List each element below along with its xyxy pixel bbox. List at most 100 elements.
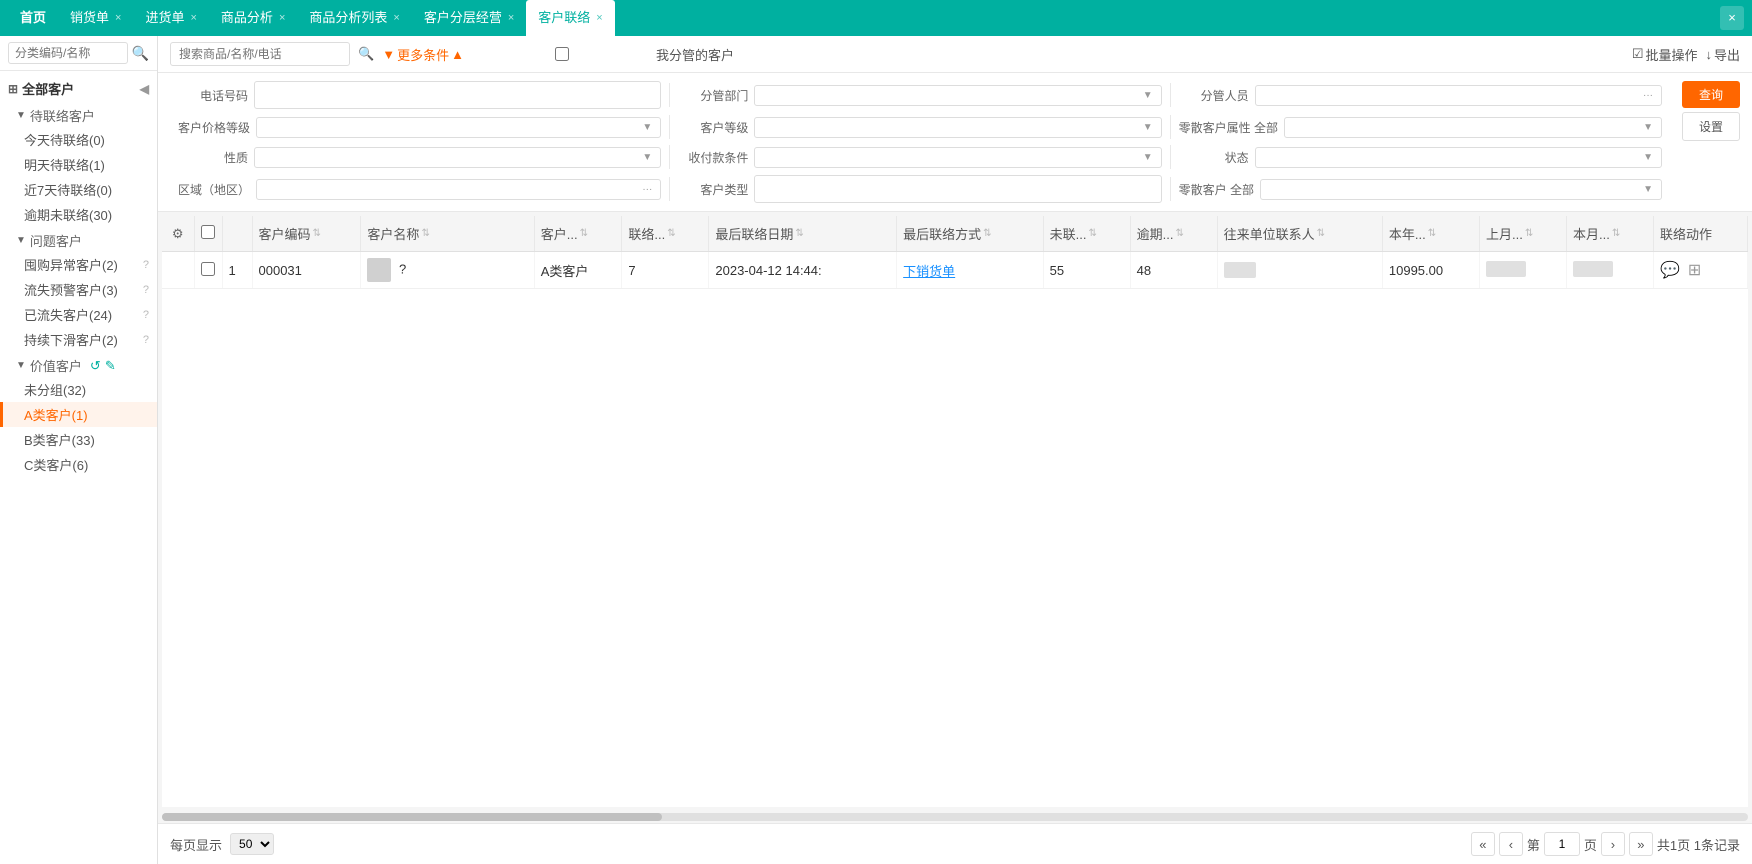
close-customer-seg-icon[interactable]: × [508, 0, 514, 36]
sidebar-item-class-c[interactable]: C类客户(6) [0, 452, 157, 477]
section-pending-contact[interactable]: ▼ 待联络客户 [0, 102, 157, 127]
prev-page-button[interactable]: ‹ [1499, 832, 1523, 856]
nav-customer-segmentation[interactable]: 客户分层经营 × [412, 0, 526, 36]
qr-icon[interactable]: ⊞ [1688, 260, 1701, 280]
dept-label: 分管部门 [678, 87, 748, 104]
batch-op-button[interactable]: ☑ 批量操作 [1632, 45, 1698, 64]
dept-select[interactable]: ▼ [754, 85, 1161, 106]
query-button[interactable]: 查询 [1682, 81, 1740, 108]
filter-search-icon[interactable]: 🔍 [358, 46, 374, 62]
help-icon2[interactable]: ? [143, 284, 149, 296]
close-sales-order-icon[interactable]: × [115, 0, 121, 36]
scrollbar-thumb[interactable] [162, 813, 662, 821]
th-code[interactable]: 客户编码 ⇅ [252, 216, 361, 252]
sidebar-item-churned[interactable]: 已流失客户(24) ? [0, 302, 157, 327]
th-contact[interactable]: 联络... ⇅ [622, 216, 709, 252]
row-checkbox[interactable] [201, 262, 215, 276]
refresh-icon[interactable]: ↺ [90, 358, 101, 374]
retail-attr-select[interactable]: ▼ [1284, 117, 1662, 138]
th-this-month[interactable]: 本月... ⇅ [1566, 216, 1653, 252]
price-level-select[interactable]: ▼ [256, 117, 661, 138]
sidebar-item-class-b[interactable]: B类客户(33) [0, 427, 157, 452]
message-icon[interactable]: 💬 [1660, 260, 1680, 280]
first-page-button[interactable]: « [1471, 832, 1495, 856]
nav-customer-contact[interactable]: 客户联络 × [526, 0, 614, 36]
help-icon3[interactable]: ? [143, 309, 149, 321]
close-product-analysis-icon[interactable]: × [279, 0, 285, 36]
sidebar-item-today[interactable]: 今天待联络(0) [0, 127, 157, 152]
scrollbar-track[interactable] [162, 813, 1748, 821]
phone-input[interactable] [254, 81, 661, 109]
th-action: 联络动作 [1653, 216, 1747, 252]
sidebar-item-class-a[interactable]: A类客户(1) [0, 402, 157, 427]
last-method-link[interactable]: 下销货单 [903, 264, 955, 279]
th-last-date[interactable]: 最后联络日期 ⇅ [709, 216, 897, 252]
nav-purchase-order[interactable]: 进货单 × [133, 0, 208, 36]
close-purchase-order-icon[interactable]: × [190, 0, 196, 36]
sidebar-item-declining[interactable]: 持续下滑客户(2) ? [0, 327, 157, 352]
table-header-row: ⚙ 客户编码 ⇅ [162, 216, 1748, 252]
section-value-customers[interactable]: ▼ 价值客户 ↺ ✎ [0, 352, 157, 377]
nav-sales-order[interactable]: 销货单 × [58, 0, 133, 36]
close-customer-contact-icon[interactable]: × [596, 0, 602, 36]
th-checkbox[interactable] [194, 216, 222, 252]
sidebar-item-overdue[interactable]: 逾期未联络(30) [0, 202, 157, 227]
select-all-checkbox[interactable] [201, 225, 215, 239]
th-name[interactable]: 客户名称 ⇅ [361, 216, 534, 252]
manager-input[interactable]: ··· [1255, 85, 1662, 106]
sidebar-search-input[interactable] [8, 42, 128, 64]
th-overdue[interactable]: 逾期... ⇅ [1130, 216, 1217, 252]
status-select[interactable]: ▼ [1255, 147, 1662, 168]
th-last-month[interactable]: 上月... ⇅ [1479, 216, 1566, 252]
sidebar-item-tomorrow[interactable]: 明天待联络(1) [0, 152, 157, 177]
customer-type-input[interactable] [754, 175, 1161, 203]
nav-home[interactable]: 首页 [8, 0, 58, 36]
th-settings[interactable]: ⚙ [162, 216, 194, 252]
th-last-method[interactable]: 最后联络方式 ⇅ [897, 216, 1043, 252]
my-customer-checkbox[interactable] [472, 47, 652, 61]
search-input[interactable] [170, 42, 350, 66]
export-button[interactable]: ↓ 导出 [1705, 45, 1740, 64]
nature-select[interactable]: ▼ [254, 147, 661, 168]
sidebar-item-unclassified[interactable]: 未分组(32) [0, 377, 157, 402]
help-icon[interactable]: ? [143, 259, 149, 271]
action-cell: 💬 ⊞ [1660, 260, 1741, 280]
th-no-contact[interactable]: 未联... ⇅ [1043, 216, 1130, 252]
content-area: 🔍 ▼ 更多条件 ▲ 我分管的客户 ☑ 批量操作 ↓ 导出 [158, 36, 1752, 864]
td-last-month [1479, 252, 1566, 289]
last-page-button[interactable]: » [1629, 832, 1653, 856]
td-last-method[interactable]: 下销货单 [897, 252, 1043, 289]
edit-icon[interactable]: ✎ [105, 358, 116, 374]
next-page-button[interactable]: › [1601, 832, 1625, 856]
retail-customer-select[interactable]: ▼ [1260, 179, 1662, 200]
payment-select[interactable]: ▼ [754, 147, 1161, 168]
th-unit-contact[interactable]: 往来单位联系人 ⇅ [1217, 216, 1382, 252]
page-size-select[interactable]: 50 [230, 833, 274, 855]
all-customers-header[interactable]: ⊞ 全部客户 ◀ [0, 75, 157, 102]
section-problem-customers[interactable]: ▼ 问题客户 [0, 227, 157, 252]
close-product-analysis-list-icon[interactable]: × [393, 0, 399, 36]
more-filter-button[interactable]: ▼ 更多条件 ▲ [382, 45, 464, 64]
sidebar-search-icon[interactable]: 🔍 [132, 45, 149, 62]
sidebar-item-hoarding[interactable]: 囤购异常客户(2) ? [0, 252, 157, 277]
horizontal-scrollbar[interactable] [158, 811, 1752, 823]
settings-button[interactable]: 设置 [1682, 112, 1740, 141]
my-customer-checkbox-label[interactable]: 我分管的客户 [472, 45, 734, 64]
collapse-icon[interactable]: ◀ [140, 82, 149, 96]
sidebar-item-7days[interactable]: 近7天待联络(0) [0, 177, 157, 202]
sidebar-item-churn-warning[interactable]: 流失预警客户(3) ? [0, 277, 157, 302]
td-checkbox-cell[interactable] [194, 252, 222, 289]
page-number-input[interactable] [1544, 832, 1580, 856]
customer-level-select[interactable]: ▼ [754, 117, 1161, 138]
close-window-button[interactable]: × [1720, 6, 1744, 30]
help-icon4[interactable]: ? [143, 334, 149, 346]
settings-gear-icon[interactable]: ⚙ [172, 226, 184, 242]
sort-last-month-icon: ⇅ [1525, 228, 1533, 239]
th-this-year[interactable]: 本年... ⇅ [1382, 216, 1479, 252]
nav-product-analysis[interactable]: 商品分析 × [209, 0, 297, 36]
region-input[interactable]: ··· [256, 179, 661, 200]
nav-product-analysis-list[interactable]: 商品分析列表 × [297, 0, 411, 36]
th-type[interactable]: 客户... ⇅ [534, 216, 622, 252]
sort-code-icon: ⇅ [313, 228, 321, 239]
total-pages-label: 页 [1584, 835, 1597, 854]
